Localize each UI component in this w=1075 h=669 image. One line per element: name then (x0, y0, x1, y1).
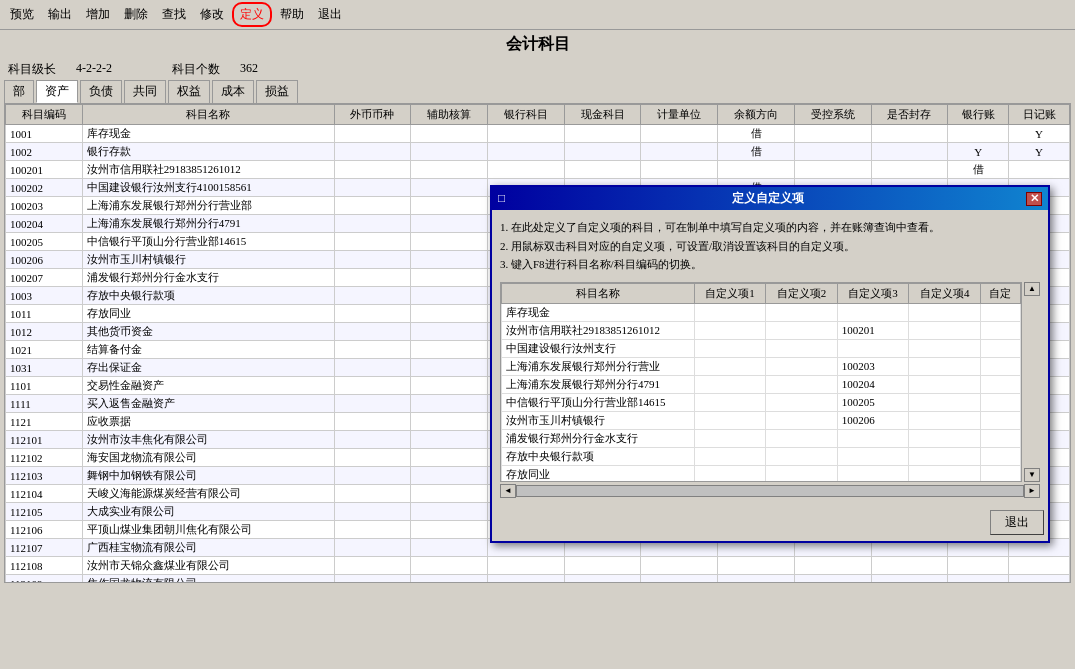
modal-col-name: 科目名称 (502, 283, 695, 303)
modal-cell-name: 存放同业 (502, 465, 695, 482)
modal-col-c4: 自定义项4 (909, 283, 981, 303)
modal-cell-name: 库存现金 (502, 303, 695, 321)
modal-table-row[interactable]: 存放同业 (502, 465, 1021, 482)
modal-cell-c4[interactable] (909, 303, 981, 321)
modal-cell-c2[interactable] (766, 339, 838, 357)
modal-cell-name: 中国建设银行汝州支行 (502, 339, 695, 357)
modal-cell-c4[interactable] (909, 465, 981, 482)
modal-cell-c4[interactable] (909, 375, 981, 393)
modal-table-wrap: 科目名称 自定义项1 自定义项2 自定义项3 自定义项4 自定 库存现金 (500, 282, 1022, 482)
modal-cell-c1[interactable] (694, 465, 766, 482)
modal-cell-c2[interactable] (766, 357, 838, 375)
modal-cell-c5[interactable] (980, 411, 1020, 429)
modal-body: 1. 在此处定义了自定义项的科目，可在制单中填写自定义项的内容，并在账簿查询中查… (492, 210, 1048, 506)
modal-cell-c1[interactable] (694, 411, 766, 429)
modal-cell-name: 汝州市玉川村镇银行 (502, 411, 695, 429)
modal-table-row[interactable]: 上海浦东发展银行郑州分行4791 100204 (502, 375, 1021, 393)
modal-cell-c5[interactable] (980, 321, 1020, 339)
modal-cell-c2[interactable] (766, 447, 838, 465)
modal-exit-button[interactable]: 退出 (990, 510, 1044, 535)
modal-cell-c4[interactable] (909, 411, 981, 429)
modal-close-button[interactable]: ✕ (1026, 192, 1042, 206)
instruction-2: 2. 用鼠标双击科目对应的自定义项，可设置/取消设置该科目的自定义项。 (500, 238, 1040, 256)
scroll-left-arrow[interactable]: ◄ (500, 484, 516, 498)
modal-cell-c1[interactable] (694, 303, 766, 321)
modal-table-row[interactable]: 汝州市玉川村镇银行 100206 (502, 411, 1021, 429)
modal-table: 科目名称 自定义项1 自定义项2 自定义项3 自定义项4 自定 库存现金 (501, 283, 1021, 482)
modal-cell-c4[interactable] (909, 339, 981, 357)
modal-cell-c3[interactable]: 100206 (837, 411, 909, 429)
modal-cell-c1[interactable] (694, 429, 766, 447)
modal-table-row[interactable]: 中信银行平顶山分行营业部14615 100205 (502, 393, 1021, 411)
modal-cell-c4[interactable] (909, 357, 981, 375)
modal-titlebar: □ 定义自定义项 ✕ (492, 187, 1048, 210)
modal-title-text: 定义自定义项 (732, 190, 804, 207)
scroll-up-arrow[interactable]: ▲ (1024, 282, 1040, 296)
modal-cell-c3[interactable] (837, 339, 909, 357)
scroll-right-arrow[interactable]: ► (1024, 484, 1040, 498)
modal-col-c1: 自定义项1 (694, 283, 766, 303)
modal-cell-c3[interactable] (837, 447, 909, 465)
modal-cell-c3[interactable]: 100205 (837, 393, 909, 411)
modal-table-row[interactable]: 浦发银行郑州分行金水支行 (502, 429, 1021, 447)
modal-cell-name: 中信银行平顶山分行营业部14615 (502, 393, 695, 411)
modal-cell-name: 上海浦东发展银行郑州分行4791 (502, 375, 695, 393)
modal-footer: 退出 (492, 506, 1048, 541)
instruction-1: 1. 在此处定义了自定义项的科目，可在制单中填写自定义项的内容，并在账簿查询中查… (500, 219, 1040, 237)
scroll-down-arrow[interactable]: ▼ (1024, 468, 1040, 482)
modal-cell-name: 汝州市信用联社29183851261012 (502, 321, 695, 339)
modal-table-row[interactable]: 存放中央银行款项 (502, 447, 1021, 465)
modal-cell-c3[interactable]: 100203 (837, 357, 909, 375)
modal-col-c5: 自定 (980, 283, 1020, 303)
modal-table-row[interactable]: 中国建设银行汝州支行 (502, 339, 1021, 357)
modal-cell-c1[interactable] (694, 375, 766, 393)
modal-dialog: □ 定义自定义项 ✕ 1. 在此处定义了自定义项的科目，可在制单中填写自定义项的… (490, 185, 1050, 543)
modal-cell-c3[interactable]: 100204 (837, 375, 909, 393)
modal-cell-name: 上海浦东发展银行郑州分行营业 (502, 357, 695, 375)
modal-cell-c2[interactable] (766, 465, 838, 482)
modal-cell-c5[interactable] (980, 447, 1020, 465)
modal-cell-c3[interactable] (837, 303, 909, 321)
modal-cell-c1[interactable] (694, 357, 766, 375)
modal-cell-c4[interactable] (909, 321, 981, 339)
modal-table-row[interactable]: 汝州市信用联社29183851261012 100201 (502, 321, 1021, 339)
modal-cell-c2[interactable] (766, 375, 838, 393)
modal-cell-c2[interactable] (766, 303, 838, 321)
modal-col-c3: 自定义项3 (837, 283, 909, 303)
modal-cell-c5[interactable] (980, 339, 1020, 357)
modal-title-icon: □ (498, 191, 505, 206)
modal-cell-c1[interactable] (694, 339, 766, 357)
modal-cell-c5[interactable] (980, 357, 1020, 375)
modal-col-c2: 自定义项2 (766, 283, 838, 303)
modal-table-row[interactable]: 库存现金 (502, 303, 1021, 321)
modal-cell-c4[interactable] (909, 429, 981, 447)
modal-cell-c3[interactable] (837, 429, 909, 447)
modal-table-row[interactable]: 上海浦东发展银行郑州分行营业 100203 (502, 357, 1021, 375)
modal-cell-c3[interactable]: 100201 (837, 321, 909, 339)
modal-overlay: □ 定义自定义项 ✕ 1. 在此处定义了自定义项的科目，可在制单中填写自定义项的… (0, 0, 1075, 669)
modal-cell-c3[interactable] (837, 465, 909, 482)
modal-cell-name: 浦发银行郑州分行金水支行 (502, 429, 695, 447)
modal-cell-c2[interactable] (766, 393, 838, 411)
modal-cell-c5[interactable] (980, 375, 1020, 393)
modal-cell-c1[interactable] (694, 447, 766, 465)
modal-cell-c2[interactable] (766, 429, 838, 447)
modal-cell-c5[interactable] (980, 303, 1020, 321)
modal-cell-c4[interactable] (909, 393, 981, 411)
modal-instructions: 1. 在此处定义了自定义项的科目，可在制单中填写自定义项的内容，并在账簿查询中查… (500, 219, 1040, 274)
modal-cell-c2[interactable] (766, 321, 838, 339)
modal-scrollbar[interactable]: ▲ ▼ (1024, 282, 1040, 482)
modal-cell-c5[interactable] (980, 465, 1020, 482)
modal-cell-name: 存放中央银行款项 (502, 447, 695, 465)
modal-cell-c2[interactable] (766, 411, 838, 429)
instruction-3: 3. 键入F8进行科目名称/科目编码的切换。 (500, 256, 1040, 274)
modal-cell-c4[interactable] (909, 447, 981, 465)
modal-cell-c5[interactable] (980, 429, 1020, 447)
horizontal-scrollbar[interactable] (516, 485, 1024, 497)
modal-cell-c1[interactable] (694, 321, 766, 339)
modal-cell-c5[interactable] (980, 393, 1020, 411)
modal-cell-c1[interactable] (694, 393, 766, 411)
